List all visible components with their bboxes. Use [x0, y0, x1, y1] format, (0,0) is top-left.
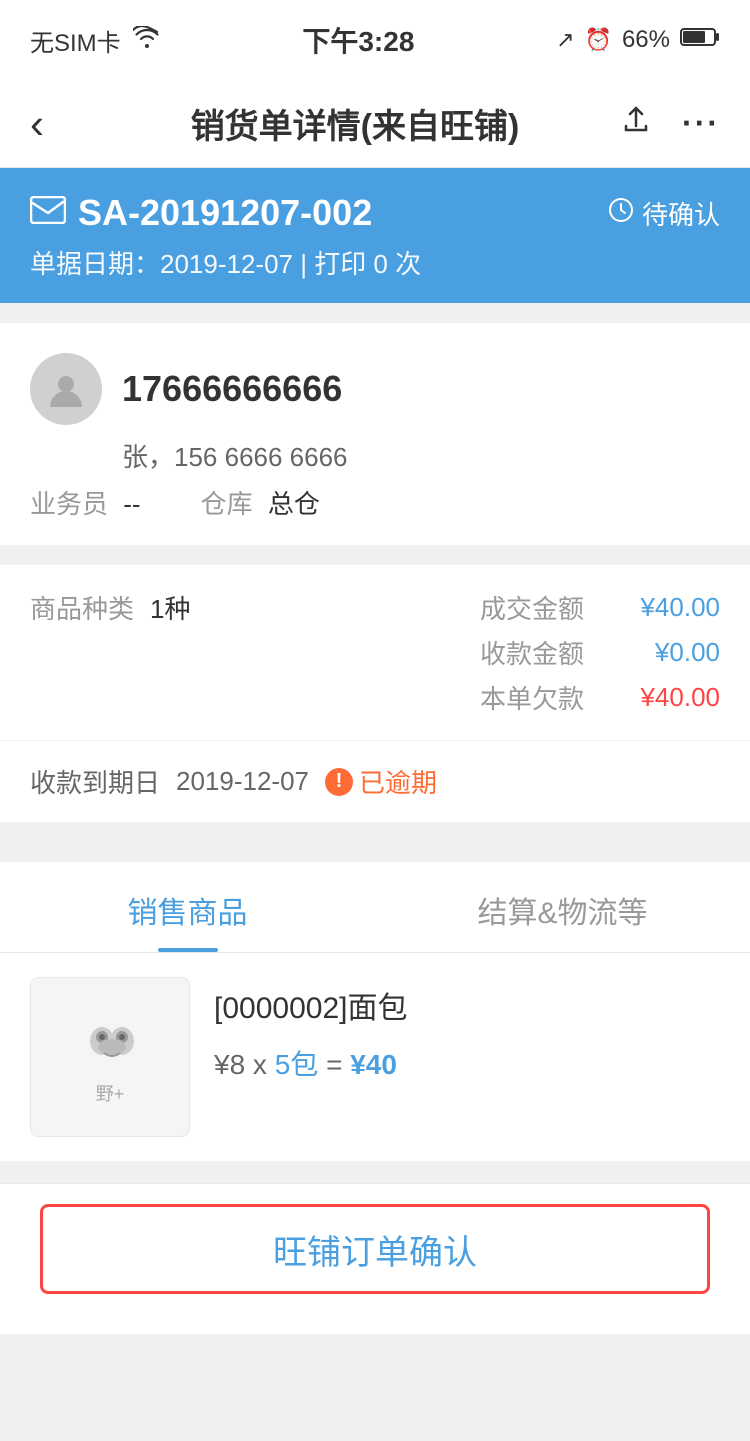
order-envelope-icon [30, 195, 66, 232]
page-title: 销货单详情(来自旺铺) [191, 99, 520, 148]
product-total: ¥40 [350, 1049, 397, 1080]
payment-value: ¥0.00 [600, 637, 720, 668]
section-divider-2 [0, 822, 750, 842]
goods-type-value: 1种 [150, 589, 190, 626]
product-item: 野+ [0000002]面包 ¥8 x 5包 = ¥40 [30, 977, 720, 1137]
product-price-line: ¥8 x 5包 = ¥40 [214, 1043, 720, 1083]
overdue-icon: ! [325, 768, 353, 796]
arrears-row: 本单欠款 ¥40.00 [480, 679, 720, 716]
clock-icon [608, 197, 634, 229]
amount-info: 成交金额 ¥40.00 收款金额 ¥0.00 本单欠款 ¥40.00 [480, 589, 720, 716]
customer-phone: 17666666666 [122, 368, 342, 410]
arrears-value: ¥40.00 [600, 682, 720, 713]
warehouse-field: 仓库 总仓 [201, 484, 320, 521]
tab-sales-goods[interactable]: 销售商品 [0, 862, 375, 952]
order-id: SA-20191207-002 [78, 192, 372, 234]
overdue-text: 已逾期 [359, 763, 437, 800]
order-status-text: 待确认 [642, 195, 720, 232]
more-button[interactable]: ··· [682, 105, 720, 142]
salesperson-field: 业务员 -- [30, 484, 141, 521]
transaction-label: 成交金额 [480, 589, 584, 626]
goods-type-label: 商品种类 [30, 589, 134, 626]
overdue-badge: ! 已逾期 [325, 763, 437, 800]
wifi-icon [133, 26, 161, 55]
bottom-action-bar: 旺铺订单确认 [0, 1183, 750, 1334]
salesperson-value: -- [123, 489, 140, 519]
warehouse-label: 仓库 [201, 489, 253, 519]
warehouse-value: 总仓 [268, 489, 320, 519]
due-date-value: 2019-12-07 [176, 766, 309, 797]
order-date-line: 单据日期：2019-12-07 | 打印 0 次 [30, 244, 720, 281]
customer-meta: 业务员 -- 仓库 总仓 [30, 484, 720, 521]
payment-label: 收款金额 [480, 634, 584, 671]
salesperson-label: 业务员 [30, 489, 108, 519]
battery-text: 66% [622, 26, 670, 54]
arrears-label: 本单欠款 [480, 679, 584, 716]
product-section: 野+ [0000002]面包 ¥8 x 5包 = ¥40 [0, 953, 750, 1161]
status-time: 下午3:28 [302, 20, 414, 60]
carrier-text: 无SIM卡 [30, 23, 121, 58]
tab-settlement[interactable]: 结算&物流等 [375, 862, 750, 952]
product-info: [0000002]面包 ¥8 x 5包 = ¥40 [214, 977, 720, 1083]
location-icon: ↗ [556, 27, 574, 53]
goods-type-info: 商品种类 1种 [30, 589, 190, 626]
transaction-value: ¥40.00 [600, 592, 720, 623]
due-date-label: 收款到期日 [30, 763, 160, 800]
avatar [30, 353, 102, 425]
alarm-icon: ⏰ [585, 27, 612, 53]
order-status: 待确认 [608, 195, 720, 232]
status-bar: 无SIM卡 下午3:28 ↗ ⏰ 66% [0, 0, 750, 80]
payment-row: 收款金额 ¥0.00 [480, 634, 720, 671]
product-logo: 野+ [70, 1009, 150, 1106]
nav-bar: ‹ 销货单详情(来自旺铺) ··· [0, 80, 750, 168]
transaction-row: 成交金额 ¥40.00 [480, 589, 720, 626]
product-price: ¥8 [214, 1049, 245, 1080]
nav-right-actions: ··· [620, 104, 720, 144]
status-bar-right: ↗ ⏰ 66% [556, 26, 720, 55]
product-quantity: 5包 [275, 1049, 319, 1080]
product-thumbnail: 野+ [30, 977, 190, 1137]
back-button[interactable]: ‹ [30, 100, 90, 148]
tabs-section: 销售商品 结算&物流等 [0, 862, 750, 1161]
customer-name-phone: 张，156 6666 6666 [122, 437, 720, 474]
tabs-header: 销售商品 结算&物流等 [0, 862, 750, 953]
product-name: [0000002]面包 [214, 983, 720, 1027]
battery-icon [680, 26, 720, 55]
status-bar-left: 无SIM卡 [30, 23, 161, 58]
section-divider-1 [0, 545, 750, 565]
amount-section: 商品种类 1种 成交金额 ¥40.00 收款金额 ¥0.00 本单欠款 ¥40.… [0, 565, 750, 740]
share-icon[interactable] [620, 104, 652, 144]
due-date-section: 收款到期日 2019-12-07 ! 已逾期 [0, 741, 750, 822]
customer-card: 17666666666 张，156 6666 6666 业务员 -- 仓库 总仓 [0, 323, 750, 545]
confirm-order-button[interactable]: 旺铺订单确认 [40, 1204, 710, 1294]
order-header-card: SA-20191207-002 待确认 单据日期：2019-12-07 | 打印… [0, 168, 750, 303]
